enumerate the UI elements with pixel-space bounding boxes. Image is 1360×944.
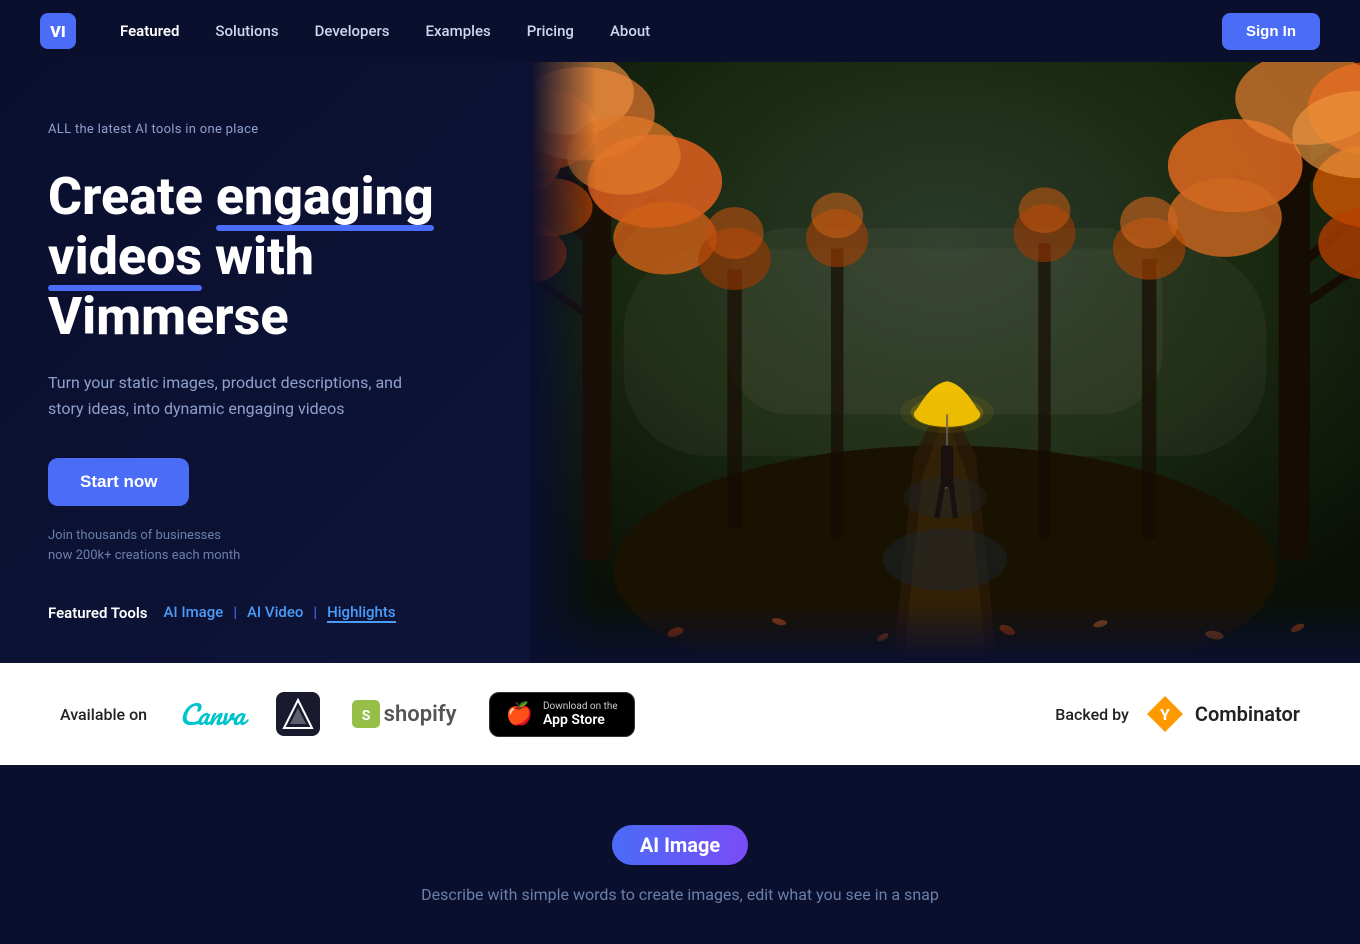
hero-subtitle: Turn your static images, product descrip…: [48, 370, 428, 421]
hero-title: Create engaging videos with Vimmerse: [48, 167, 482, 346]
tool-ai-video[interactable]: AI Video: [247, 603, 303, 623]
logo-text: VI: [50, 22, 65, 41]
shopify-icon: S: [352, 700, 380, 728]
hero-title-word-engaging: engaging: [216, 167, 434, 227]
yc-logo: Y Combinator: [1145, 694, 1300, 734]
shopify-logo: S shopify: [352, 700, 457, 728]
hero-title-word-videos: videos: [48, 227, 202, 287]
hero-title-word-vimmerse: Vimmerse: [48, 286, 289, 347]
hero-image: [530, 62, 1360, 663]
partners-right: Backed by Y Combinator: [1055, 694, 1300, 734]
social-proof-line1: Join thousands of businesses: [48, 526, 482, 547]
partners-bar: Available on Canva S shopify 🍎 Download: [0, 663, 1360, 765]
ai-section: AI Image Describe with simple words to c…: [0, 765, 1360, 944]
affinity-icon: [276, 692, 320, 736]
logo[interactable]: VI: [40, 13, 80, 49]
tool-sep-2: |: [313, 603, 317, 623]
logo-icon: VI: [40, 13, 76, 49]
tool-highlights[interactable]: Highlights: [327, 603, 396, 623]
appstore-small-text: Download on the: [543, 701, 618, 712]
hero-badge: ALL the latest AI tools in one place: [48, 122, 482, 137]
nav-links: Featured Solutions Developers Examples P…: [120, 22, 1222, 40]
ai-image-badge: AI Image: [612, 825, 748, 865]
hero-social-proof: Join thousands of businesses now 200k+ c…: [48, 526, 482, 568]
nav-featured[interactable]: Featured: [120, 22, 179, 40]
canva-logo: Canva: [179, 691, 244, 737]
available-on-label: Available on: [60, 705, 147, 724]
start-now-button[interactable]: Start now: [48, 458, 189, 506]
ai-section-description: Describe with simple words to create ima…: [380, 885, 980, 904]
yc-icon: Y: [1145, 694, 1185, 734]
hero-title-word-create: Create: [48, 166, 216, 227]
canva-text: Canva: [179, 691, 244, 737]
apple-icon: 🍎: [506, 702, 533, 727]
yc-name: Combinator: [1195, 702, 1300, 726]
navbar: VI Featured Solutions Developers Example…: [0, 0, 1360, 62]
hero-content: ALL the latest AI tools in one place Cre…: [0, 62, 530, 663]
hero-tools-links: AI Image | AI Video | Highlights: [163, 603, 395, 623]
partners-left: Available on Canva S shopify 🍎 Download: [60, 691, 635, 737]
tool-ai-image[interactable]: AI Image: [163, 603, 223, 623]
hero-tools-row: Featured Tools AI Image | AI Video | Hig…: [48, 603, 482, 623]
svg-text:S: S: [361, 708, 370, 724]
nav-examples[interactable]: Examples: [426, 22, 491, 40]
nav-pricing[interactable]: Pricing: [527, 22, 574, 40]
affinity-logo: [276, 692, 320, 736]
nav-about[interactable]: About: [610, 22, 650, 40]
featured-tools-label: Featured Tools: [48, 604, 147, 622]
hero-image-bottom-overlay: [530, 603, 1360, 663]
hero-image-left-overlay: [530, 62, 1360, 663]
appstore-big-text: App Store: [543, 712, 618, 728]
nav-solutions[interactable]: Solutions: [215, 22, 278, 40]
appstore-text: Download on the App Store: [543, 701, 618, 728]
svg-text:Y: Y: [1160, 705, 1170, 724]
tool-sep-1: |: [233, 603, 237, 623]
hero-section: ALL the latest AI tools in one place Cre…: [0, 62, 1360, 663]
shopify-text: shopify: [384, 702, 457, 727]
sign-in-button[interactable]: Sign In: [1222, 13, 1320, 50]
social-proof-line2: now 200k+ creations each month: [48, 546, 482, 567]
nav-developers[interactable]: Developers: [315, 22, 390, 40]
hero-title-word-with: with: [202, 226, 314, 287]
backed-by-label: Backed by: [1055, 705, 1129, 724]
appstore-badge[interactable]: 🍎 Download on the App Store: [489, 692, 635, 737]
